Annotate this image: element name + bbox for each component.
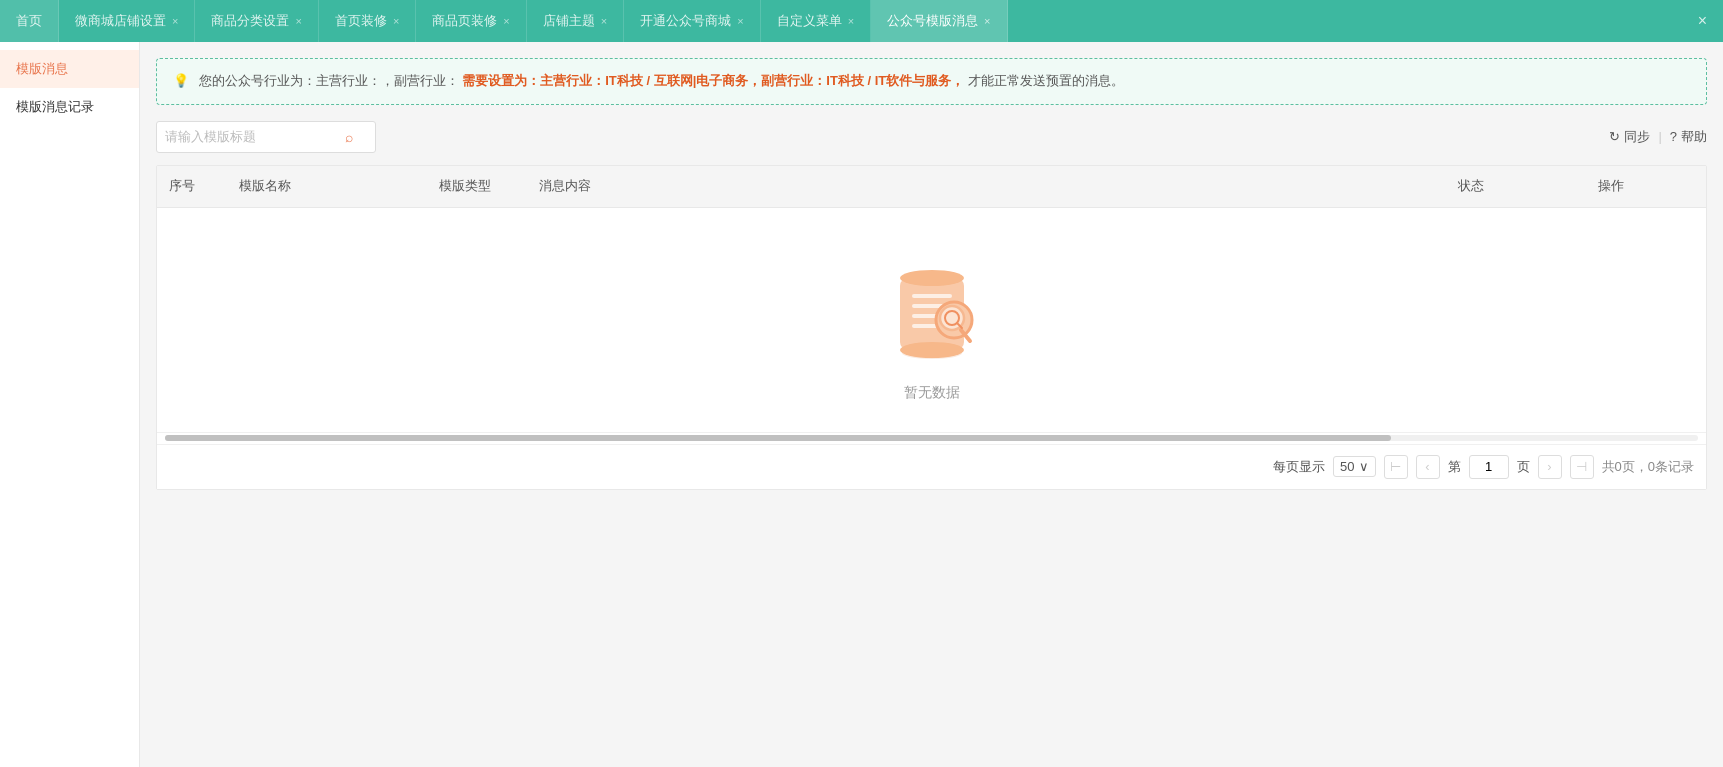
notice-suffix: 才能正常发送预置的消息。 <box>968 73 1124 88</box>
tab-category[interactable]: 商品分类设置 × <box>195 0 318 42</box>
tab-shop-setting[interactable]: 微商城店铺设置 × <box>59 0 195 42</box>
tab-bar-close-all[interactable]: × <box>1682 12 1723 30</box>
tab-home-decorate[interactable]: 首页装修 × <box>319 0 416 42</box>
search-icon[interactable]: ⌕ <box>345 129 353 145</box>
notice-highlight: 需要设置为：主营行业：IT科技 / 互联网|电子商务，副营行业：IT科技 / I… <box>462 73 964 88</box>
tab-home-decorate-label: 首页装修 <box>335 12 387 30</box>
main-layout: 模版消息 模版消息记录 💡 您的公众号行业为：主营行业：，副营行业： 需要设置为… <box>0 42 1723 767</box>
tab-product-decorate-close[interactable]: × <box>503 15 509 27</box>
page-size-dropdown-icon: ∨ <box>1359 459 1369 474</box>
search-input[interactable] <box>165 129 345 144</box>
page-first-button[interactable]: ⊢ <box>1384 455 1408 479</box>
empty-state: 暂无数据 <box>157 208 1706 432</box>
search-row: ⌕ ↻ 同步 | ? 帮助 <box>156 121 1707 153</box>
tab-custom-menu-label: 自定义菜单 <box>777 12 842 30</box>
notice-prefix: 您的公众号行业为：主营行业：，副营行业： <box>199 73 459 88</box>
th-type: 模版类型 <box>427 177 527 195</box>
page-next-button[interactable]: › <box>1538 455 1562 479</box>
page-size-value: 50 <box>1340 459 1354 474</box>
sync-icon: ↻ <box>1609 129 1620 144</box>
sync-label: 同步 <box>1624 128 1650 146</box>
help-icon: ? <box>1670 129 1677 144</box>
tab-category-close[interactable]: × <box>295 15 301 27</box>
total-text: 共0页，0条记录 <box>1602 458 1694 476</box>
scroll-bar-area[interactable] <box>157 432 1706 444</box>
th-name: 模版名称 <box>227 177 427 195</box>
tab-template-msg[interactable]: 公众号模版消息 × <box>871 0 1007 42</box>
svg-rect-4 <box>912 294 952 298</box>
page-size-label: 每页显示 <box>1273 458 1325 476</box>
tab-home-label: 首页 <box>16 12 42 30</box>
tab-product-decorate[interactable]: 商品页装修 × <box>416 0 526 42</box>
search-input-wrap[interactable]: ⌕ <box>156 121 376 153</box>
tab-shop-setting-close[interactable]: × <box>172 15 178 27</box>
empty-illustration <box>872 248 992 368</box>
th-action: 操作 <box>1586 177 1706 195</box>
page-prev-button[interactable]: ‹ <box>1416 455 1440 479</box>
content-area: 💡 您的公众号行业为：主营行业：，副营行业： 需要设置为：主营行业：IT科技 /… <box>140 42 1723 767</box>
tab-template-msg-close[interactable]: × <box>984 15 990 27</box>
tab-template-msg-label: 公众号模版消息 <box>887 12 978 30</box>
empty-text: 暂无数据 <box>904 384 960 402</box>
sidebar-item-template-record[interactable]: 模版消息记录 <box>0 88 139 126</box>
sidebar-item-template-msg[interactable]: 模版消息 <box>0 50 139 88</box>
tab-category-label: 商品分类设置 <box>211 12 289 30</box>
tab-open-mall[interactable]: 开通公众号商城 × <box>624 0 760 42</box>
tab-shop-theme-close[interactable]: × <box>601 15 607 27</box>
sidebar-item-template-msg-label: 模版消息 <box>16 61 68 76</box>
tab-product-decorate-label: 商品页装修 <box>432 12 497 30</box>
th-status: 状态 <box>1446 177 1586 195</box>
table-wrap: 序号 模版名称 模版类型 消息内容 状态 操作 <box>156 165 1707 490</box>
sidebar: 模版消息 模版消息记录 <box>0 42 140 767</box>
tab-custom-menu-close[interactable]: × <box>848 15 854 27</box>
scroll-track[interactable] <box>165 435 1698 441</box>
page-size-select[interactable]: 50 ∨ <box>1333 456 1375 477</box>
tab-open-mall-close[interactable]: × <box>737 15 743 27</box>
page-last-button[interactable]: ⊣ <box>1570 455 1594 479</box>
tab-home[interactable]: 首页 <box>0 0 59 42</box>
sidebar-item-template-record-label: 模版消息记录 <box>16 99 94 114</box>
help-button[interactable]: ? 帮助 <box>1670 128 1707 146</box>
sync-button[interactable]: ↻ 同步 <box>1609 128 1650 146</box>
tab-custom-menu[interactable]: 自定义菜单 × <box>761 0 871 42</box>
toolbar-right: ↻ 同步 | ? 帮助 <box>1609 128 1707 146</box>
tab-bar: 首页 微商城店铺设置 × 商品分类设置 × 首页装修 × 商品页装修 × 店铺主… <box>0 0 1723 42</box>
page-label-after: 页 <box>1517 458 1530 476</box>
notice-box: 💡 您的公众号行业为：主营行业：，副营行业： 需要设置为：主营行业：IT科技 /… <box>156 58 1707 105</box>
scroll-thumb[interactable] <box>165 435 1391 441</box>
tab-shop-theme-label: 店铺主题 <box>543 12 595 30</box>
svg-point-2 <box>900 270 964 286</box>
toolbar-divider: | <box>1658 129 1661 144</box>
th-content: 消息内容 <box>527 177 1446 195</box>
tab-shop-setting-label: 微商城店铺设置 <box>75 12 166 30</box>
page-number-input[interactable] <box>1469 455 1509 479</box>
pagination: 每页显示 50 ∨ ⊢ ‹ 第 页 › ⊣ 共0页，0条记录 <box>157 444 1706 489</box>
table-header: 序号 模版名称 模版类型 消息内容 状态 操作 <box>157 166 1706 208</box>
th-seq: 序号 <box>157 177 227 195</box>
svg-point-3 <box>900 342 964 358</box>
help-label: 帮助 <box>1681 128 1707 146</box>
page-label-before: 第 <box>1448 458 1461 476</box>
tab-shop-theme[interactable]: 店铺主题 × <box>527 0 624 42</box>
tab-home-decorate-close[interactable]: × <box>393 15 399 27</box>
tab-open-mall-label: 开通公众号商城 <box>640 12 731 30</box>
notice-icon: 💡 <box>173 73 189 88</box>
